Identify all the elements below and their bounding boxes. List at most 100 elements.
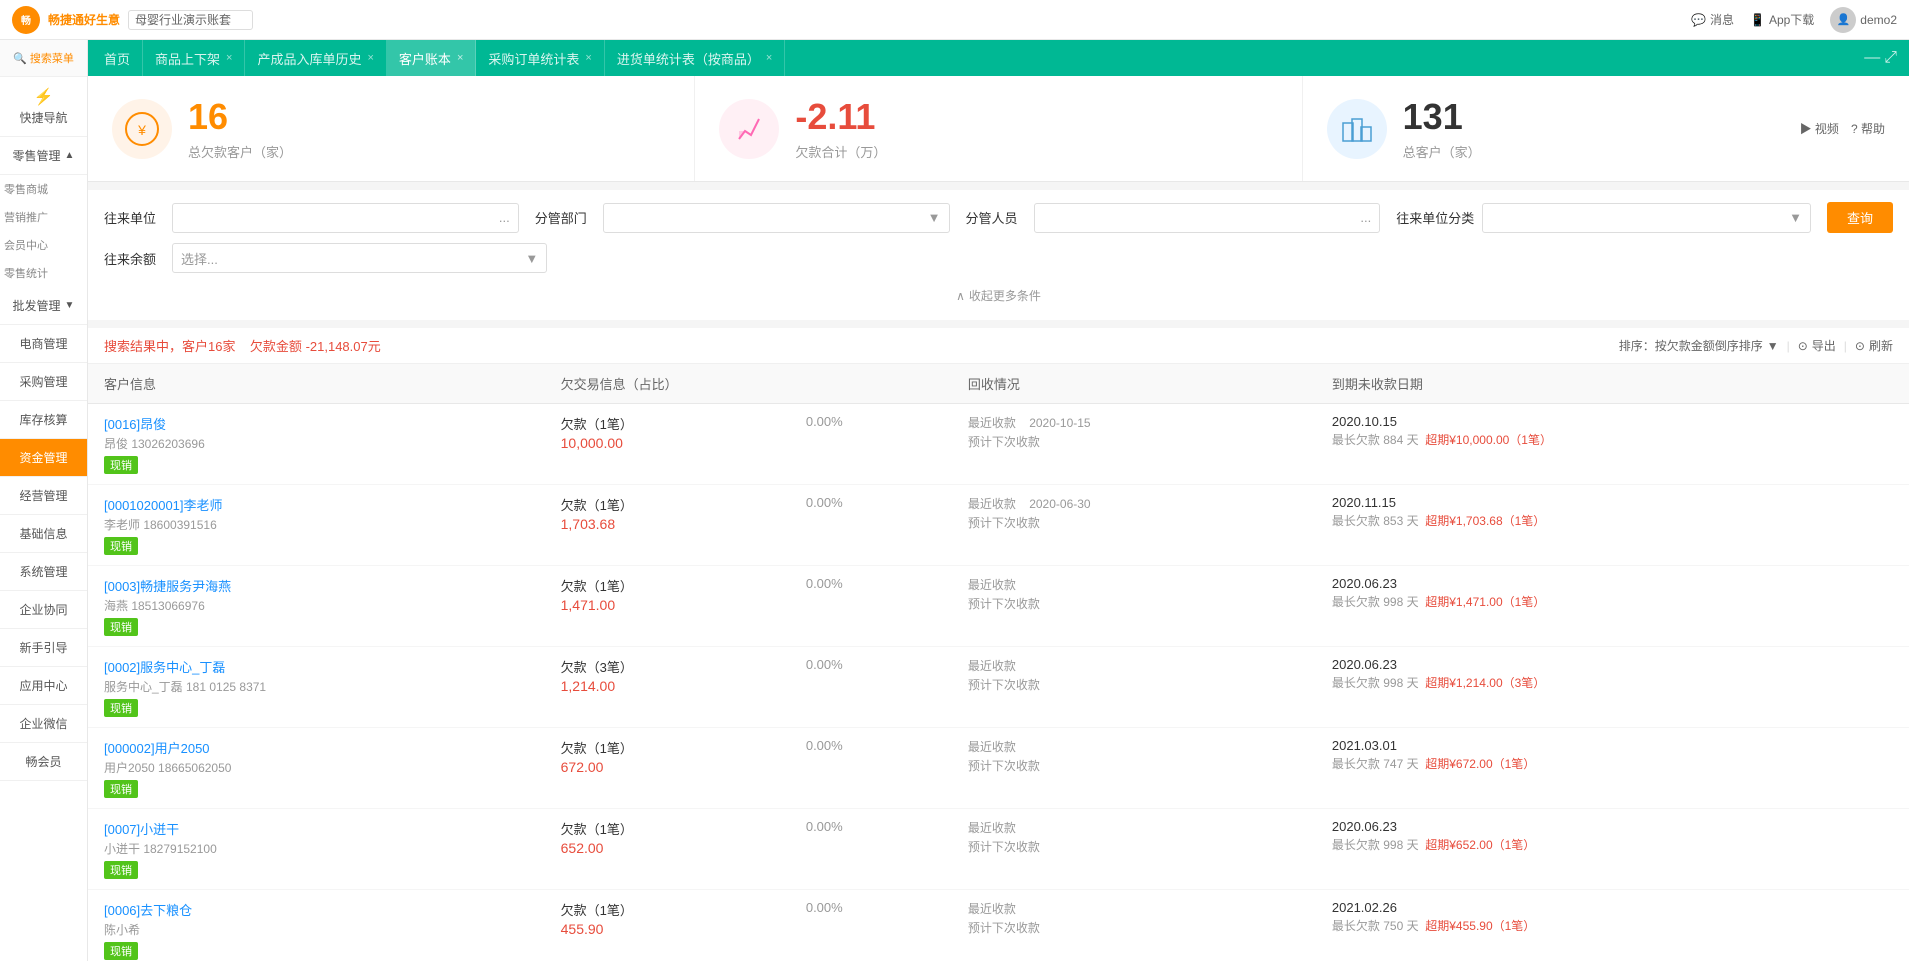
- debt-count-cell: 欠款（1笔） 455.90: [545, 890, 790, 961]
- stat-info-3: 131 总客户（家）: [1403, 96, 1481, 161]
- customer-name-link[interactable]: [0002]服务中心_丁磊: [104, 657, 529, 676]
- customer-name-link[interactable]: [000002]用户2050: [104, 738, 529, 757]
- sidebar-item-diansang[interactable]: 电商管理: [0, 325, 87, 363]
- debt-percent: 0.00%: [806, 414, 843, 429]
- sidebar-search[interactable]: 🔍 搜索菜单: [0, 40, 87, 77]
- next-label: 预计下次收款: [968, 919, 1300, 936]
- sidebar-item-zijin[interactable]: 资金管理: [0, 439, 87, 477]
- sidebar-sub-yingxiao[interactable]: 营销推广: [0, 203, 87, 231]
- tab-incoming-stats[interactable]: 进货单统计表（按商品） ×: [605, 40, 785, 76]
- help-btn[interactable]: ? 帮助: [1851, 120, 1885, 137]
- tab-home[interactable]: 首页: [92, 40, 143, 76]
- customer-name-link[interactable]: [0003]畅捷服务尹海燕: [104, 576, 529, 595]
- sidebar-item-kucun[interactable]: 库存核算: [0, 401, 87, 439]
- sidebar-sub-huiyuan[interactable]: 会员中心: [0, 231, 87, 259]
- customer-cell: [0006]去下粮仓 陈小希 现销: [88, 890, 545, 961]
- debt-percent: 0.00%: [806, 819, 843, 834]
- customer-cell: [0002]服务中心_丁磊 服务中心_丁磊 181 0125 8371 现销: [88, 647, 545, 728]
- collapse-btn[interactable]: ∧ 收起更多条件: [104, 283, 1893, 308]
- sidebar-sub-shangcheng[interactable]: 零售商城: [0, 175, 87, 203]
- debt-percent: 0.00%: [806, 576, 843, 591]
- overdue-amount[interactable]: 超期¥672.00（1笔）: [1425, 757, 1535, 771]
- stat-card-debt-total: -2.11 欠款合计（万）: [695, 76, 1302, 181]
- overdue-date: 2020.10.15: [1332, 414, 1893, 429]
- sidebar-item-jichu[interactable]: 基础信息: [0, 515, 87, 553]
- tab-close-purchase[interactable]: ×: [585, 52, 591, 64]
- search-button[interactable]: 查询: [1827, 202, 1893, 233]
- avatar: 👤: [1830, 7, 1856, 33]
- tab-close-customer[interactable]: ×: [457, 52, 463, 64]
- total-debt-customers-label: 总欠款客户（家）: [188, 142, 292, 161]
- sort-btn[interactable]: 排序：按欠款金额倒序排序 ▼: [1619, 337, 1779, 354]
- overdue-date: 2020.06.23: [1332, 576, 1893, 591]
- stat-card-total-customers: 131 总客户（家） ▶ 视频 ? 帮助: [1303, 76, 1909, 181]
- sidebar-item-weixin[interactable]: 企业微信: [0, 705, 87, 743]
- filter-row-1: 往来单位 ... 分管部门 ▼ 分管人员 ...: [104, 202, 1893, 233]
- sidebar-item-yingyong[interactable]: 应用中心: [0, 667, 87, 705]
- sidebar-item-kuaijie[interactable]: ⚡ 快捷导航: [0, 77, 87, 137]
- filter-person-input[interactable]: ...: [1034, 203, 1381, 233]
- user-menu[interactable]: 👤 demo2: [1830, 7, 1897, 33]
- debt-percent-cell: 0.00%: [790, 485, 952, 566]
- app-download-btn[interactable]: 📱 App下载: [1750, 11, 1814, 28]
- debt-count: 欠款（1笔）: [561, 900, 774, 919]
- overdue-amount[interactable]: 超期¥10,000.00（1笔）: [1425, 433, 1552, 447]
- debt-count: 欠款（1笔）: [561, 414, 774, 433]
- sidebar-item-caigou[interactable]: 采购管理: [0, 363, 87, 401]
- tab-production-history[interactable]: 产成品入库单历史 ×: [245, 40, 386, 76]
- refresh-btn[interactable]: ⊙ 刷新: [1855, 337, 1893, 354]
- overdue-date: 2021.02.26: [1332, 900, 1893, 915]
- sidebar-item-jingying[interactable]: 经营管理: [0, 477, 87, 515]
- overdue-amount[interactable]: 超期¥652.00（1笔）: [1425, 838, 1535, 852]
- debt-amount: 455.90: [561, 921, 774, 937]
- customer-tag: 现销: [104, 456, 138, 474]
- overdue-amount[interactable]: 超期¥1,471.00（1笔）: [1425, 595, 1545, 609]
- tab-close-incoming[interactable]: ×: [766, 52, 772, 64]
- tab-customer-account[interactable]: 客户账本 ×: [387, 40, 476, 76]
- customer-cell: [0001020001]李老师 李老师 18600391516 现销: [88, 485, 545, 566]
- tab-goods-listing[interactable]: 商品上下架 ×: [143, 40, 245, 76]
- overdue-amount[interactable]: 超期¥1,214.00（3笔）: [1425, 676, 1545, 690]
- message-btn[interactable]: 💬 消息: [1691, 11, 1734, 28]
- customer-tag: 现销: [104, 942, 138, 960]
- latest-label: 最近收款: [968, 738, 1300, 755]
- customer-name-link[interactable]: [0007]小迸干: [104, 819, 529, 838]
- customer-name-link[interactable]: [0006]去下粮仓: [104, 900, 529, 919]
- chevron-down-icon-2: ▼: [65, 300, 75, 311]
- sidebar-item-xinshou[interactable]: 新手引导: [0, 629, 87, 667]
- overdue-amount[interactable]: 超期¥1,703.68（1笔）: [1425, 514, 1545, 528]
- tab-maximize-icon[interactable]: ⤢: [1884, 49, 1897, 67]
- stat-card-actions: ▶ 视频 ? 帮助: [1800, 120, 1885, 137]
- customer-tag: 现销: [104, 780, 138, 798]
- chevron-down-icon-balance: ▼: [525, 251, 538, 266]
- sidebar-sub-lingshoutj[interactable]: 零售统计: [0, 259, 87, 287]
- next-label: 预计下次收款: [968, 433, 1300, 450]
- overdue-amount[interactable]: 超期¥455.90（1笔）: [1425, 919, 1535, 933]
- export-btn[interactable]: ⊙ 导出: [1798, 337, 1836, 354]
- store-select[interactable]: 母婴行业演示账套: [128, 10, 253, 30]
- customer-name-link[interactable]: [0016]昂俊: [104, 414, 529, 433]
- debt-percent: 0.00%: [806, 900, 843, 915]
- sidebar-item-changhyuan[interactable]: 畅会员: [0, 743, 87, 781]
- sidebar-item-lingshou[interactable]: 零售管理 ▲: [0, 137, 87, 175]
- filter-dept-input[interactable]: ▼: [603, 203, 950, 233]
- tab-close-production[interactable]: ×: [367, 52, 373, 64]
- sidebar-item-xitong[interactable]: 系统管理: [0, 553, 87, 591]
- tab-close-goods[interactable]: ×: [226, 52, 232, 64]
- next-label: 预计下次收款: [968, 595, 1300, 612]
- tab-purchase-stats[interactable]: 采购订单统计表 ×: [476, 40, 604, 76]
- video-btn[interactable]: ▶ 视频: [1800, 120, 1839, 137]
- filter-balance-select[interactable]: 选择... ▼: [172, 243, 547, 273]
- customer-name-link[interactable]: [0001020001]李老师: [104, 495, 529, 514]
- sidebar-item-qiye[interactable]: 企业协同: [0, 591, 87, 629]
- results-header: 搜索结果中，客户16家 欠款金额 -21,148.07元 排序：按欠款金额倒序排…: [88, 328, 1909, 364]
- filter-balance: 往来余额 选择... ▼: [104, 243, 547, 273]
- main-layout: 🔍 搜索菜单 ⚡ 快捷导航 零售管理 ▲ 零售商城 营销推广 会员中心 零售统计…: [0, 40, 1909, 961]
- filter-category-input[interactable]: ▼: [1482, 203, 1811, 233]
- filter-category: 往来单位分类 ▼: [1396, 203, 1811, 233]
- sidebar-item-pifa[interactable]: 批发管理 ▼: [0, 287, 87, 325]
- tab-minimize-icon[interactable]: —: [1864, 49, 1880, 67]
- top-bar-left: 畅 畅捷通好生意 母婴行业演示账套: [12, 6, 253, 34]
- total-customers-icon: [1327, 99, 1387, 159]
- filter-company-input[interactable]: ...: [172, 203, 519, 233]
